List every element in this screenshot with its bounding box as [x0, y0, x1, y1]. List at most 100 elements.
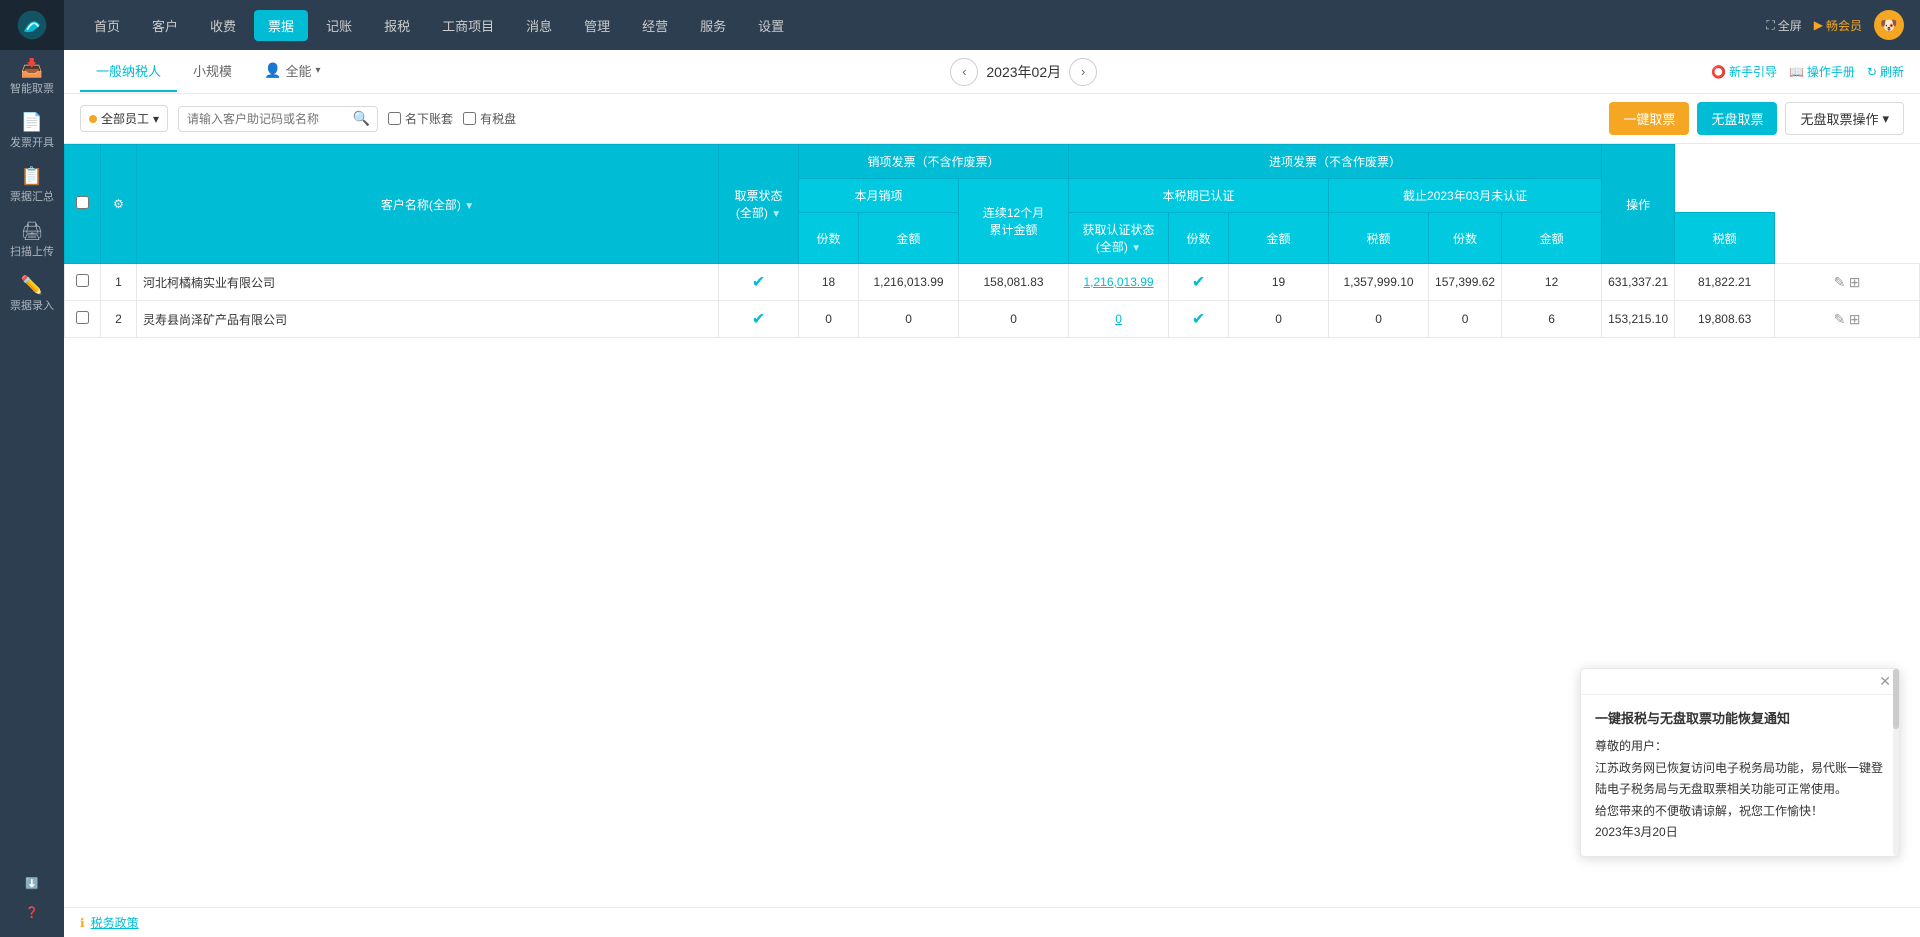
- one-click-fetch-button[interactable]: 一键取票: [1609, 102, 1689, 135]
- row-auth-status: ✔: [1169, 264, 1229, 301]
- chevron-right-icon: ›: [1081, 64, 1085, 79]
- sidebar-item-invoice-open[interactable]: 📄 发票开具: [0, 104, 64, 158]
- filter-right: 一键取票 无盘取票 无盘取票操作 ▾: [1609, 102, 1904, 135]
- invoice-entry-icon: ✏️: [21, 275, 43, 296]
- row-checkbox[interactable]: [65, 264, 101, 301]
- tax-policy-link[interactable]: 税务政策: [91, 914, 139, 931]
- no-disk-fetch-button[interactable]: 无盘取票: [1697, 102, 1777, 135]
- avatar[interactable]: 🐶: [1874, 10, 1904, 40]
- row-uncert-amount: 631,337.21: [1602, 264, 1675, 301]
- nav-settings[interactable]: 设置: [744, 10, 798, 41]
- sidebar-item-smart-fetch[interactable]: 📥 智能取票: [0, 50, 64, 104]
- nav-tax[interactable]: 报税: [370, 10, 424, 41]
- employee-select[interactable]: 全部员工 ▾: [80, 105, 168, 132]
- scrollbar[interactable]: [1893, 669, 1899, 856]
- prev-month-button[interactable]: ‹: [950, 58, 978, 86]
- tab-general-taxpayer[interactable]: 一般纳税人: [80, 51, 177, 92]
- search-input[interactable]: [178, 106, 378, 132]
- sidebar-item-scan-upload[interactable]: 🖨 扫描上传: [0, 213, 64, 267]
- subaccount-checkbox[interactable]: [388, 112, 401, 125]
- row-input-count: 0: [1229, 301, 1329, 338]
- fullscreen-button[interactable]: ⛶ 全屏: [1766, 17, 1801, 34]
- row-customer-name: 灵寿县尚泽矿产品有限公司: [137, 301, 719, 338]
- manual-button[interactable]: 📖 操作手册: [1789, 63, 1855, 80]
- th-checkbox: [65, 145, 101, 264]
- edit-icon[interactable]: ✎: [1834, 274, 1846, 290]
- chevron-down-icon: ▾: [1882, 111, 1889, 127]
- th-input-until: 截止2023年03月未认证: [1329, 179, 1602, 213]
- nav-bookkeeping[interactable]: 记账: [312, 10, 366, 41]
- sidebar-item-label: 票据录入: [10, 300, 54, 313]
- smart-fetch-icon: 📥: [21, 58, 43, 79]
- vip-button[interactable]: ▶ 畅会员: [1814, 17, 1862, 34]
- sort-icon[interactable]: ▼: [771, 209, 781, 220]
- th-sales-12month: 连续12个月累计金额: [959, 179, 1069, 264]
- nav-operation[interactable]: 经营: [628, 10, 682, 41]
- sidebar-bottom: ⬇️ ❓: [0, 869, 64, 937]
- nav-home[interactable]: 首页: [80, 10, 134, 41]
- row-sales-12month: 0: [1069, 301, 1169, 338]
- sidebar-item-label: 发票开具: [10, 137, 54, 150]
- nav-invoice[interactable]: 票据: [254, 10, 308, 41]
- chevron-left-icon: ‹: [962, 64, 966, 79]
- taxdisk-checkbox[interactable]: [463, 112, 476, 125]
- all-tab-icon: 👤: [264, 62, 281, 79]
- copy-icon[interactable]: ⊞: [1849, 274, 1861, 290]
- th-customer-name: 客户名称(全部) ▼: [137, 145, 719, 264]
- row-sales-amount: 1,216,013.99: [859, 264, 959, 301]
- table-row: 2 灵寿县尚泽矿产品有限公司 ✔ 0 0 0 0 ✔ 0 0 0 6 153,2…: [65, 301, 1920, 338]
- row-uncert-amount: 153,215.10: [1602, 301, 1675, 338]
- sales-12month-link[interactable]: 1,216,013.99: [1083, 275, 1153, 289]
- sidebar-item-label: 扫描上传: [10, 246, 54, 259]
- sidebar-item-invoice-summary[interactable]: 📋 票据汇总: [0, 158, 64, 212]
- refresh-button[interactable]: ↻ 刷新: [1867, 63, 1904, 80]
- info-icon: ℹ: [80, 916, 85, 930]
- notification-apology: 给您带来的不便敬请谅解，祝您工作愉快！: [1595, 801, 1885, 823]
- select-all-checkbox[interactable]: [76, 196, 89, 209]
- guide-icon: ⭕: [1711, 65, 1726, 79]
- scan-upload-icon: 🖨: [21, 221, 44, 242]
- edit-icon[interactable]: ✎: [1834, 311, 1846, 327]
- settings-icon[interactable]: ⚙: [113, 197, 124, 211]
- vip-icon: ▶: [1814, 18, 1823, 32]
- row-sales-tax: 0: [959, 301, 1069, 338]
- checkbox-taxdisk[interactable]: 有税盘: [463, 110, 516, 127]
- book-icon: 📖: [1789, 65, 1804, 79]
- tab-small-scale[interactable]: 小规模: [177, 51, 248, 92]
- row-index: 1: [101, 264, 137, 301]
- th-input-group: 进项发票（不含作废票）: [1069, 145, 1602, 179]
- checkbox-subaccount[interactable]: 名下账套: [388, 110, 453, 127]
- row-checkbox[interactable]: [65, 301, 101, 338]
- nav-business[interactable]: 工商项目: [428, 10, 508, 41]
- nav-service[interactable]: 服务: [686, 10, 740, 41]
- date-display: 2023年02月: [986, 62, 1061, 82]
- sidebar-item-help[interactable]: ❓: [0, 898, 64, 927]
- row-sales-count: 18: [799, 264, 859, 301]
- sidebar-item-download[interactable]: ⬇️: [0, 869, 64, 898]
- sort-icon[interactable]: ▼: [1131, 243, 1141, 254]
- nav-manage[interactable]: 管理: [570, 10, 624, 41]
- row-uncert-count: 12: [1502, 264, 1602, 301]
- employee-dot: [89, 115, 97, 123]
- new-guide-button[interactable]: ⭕ 新手引导: [1711, 63, 1777, 80]
- row-sales-amount: 0: [859, 301, 959, 338]
- tab-all[interactable]: 👤 全能 ▾: [248, 51, 336, 92]
- notification-popup: ✕ 一键报税与无盘取票功能恢复通知 尊敬的用户： 江苏政务网已恢复访问电子税务局…: [1580, 668, 1900, 857]
- no-disk-ops-button[interactable]: 无盘取票操作 ▾: [1785, 102, 1904, 135]
- tabs-bar: 一般纳税人 小规模 👤 全能 ▾ ‹ 2023年02月 ›: [64, 50, 1920, 94]
- nav-billing[interactable]: 收费: [196, 10, 250, 41]
- tabs-right: ⭕ 新手引导 📖 操作手册 ↻ 刷新: [1711, 63, 1904, 80]
- copy-icon[interactable]: ⊞: [1849, 311, 1861, 327]
- scroll-thumb[interactable]: [1893, 669, 1899, 729]
- next-month-button[interactable]: ›: [1069, 58, 1097, 86]
- check-icon: ✔: [752, 311, 765, 328]
- search-icon[interactable]: 🔍: [353, 110, 370, 127]
- sidebar-item-invoice-entry[interactable]: ✏️ 票据录入: [0, 267, 64, 321]
- row-sales-12month: 1,216,013.99: [1069, 264, 1169, 301]
- sort-icon[interactable]: ▼: [464, 201, 474, 212]
- nav-customer[interactable]: 客户: [138, 10, 192, 41]
- sidebar: 📥 智能取票 📄 发票开具 📋 票据汇总 🖨 扫描上传 ✏️ 票据录入 ⬇️ ❓: [0, 0, 64, 937]
- notification-close-button[interactable]: ✕: [1879, 673, 1891, 690]
- sales-12month-link[interactable]: 0: [1115, 312, 1122, 326]
- nav-message[interactable]: 消息: [512, 10, 566, 41]
